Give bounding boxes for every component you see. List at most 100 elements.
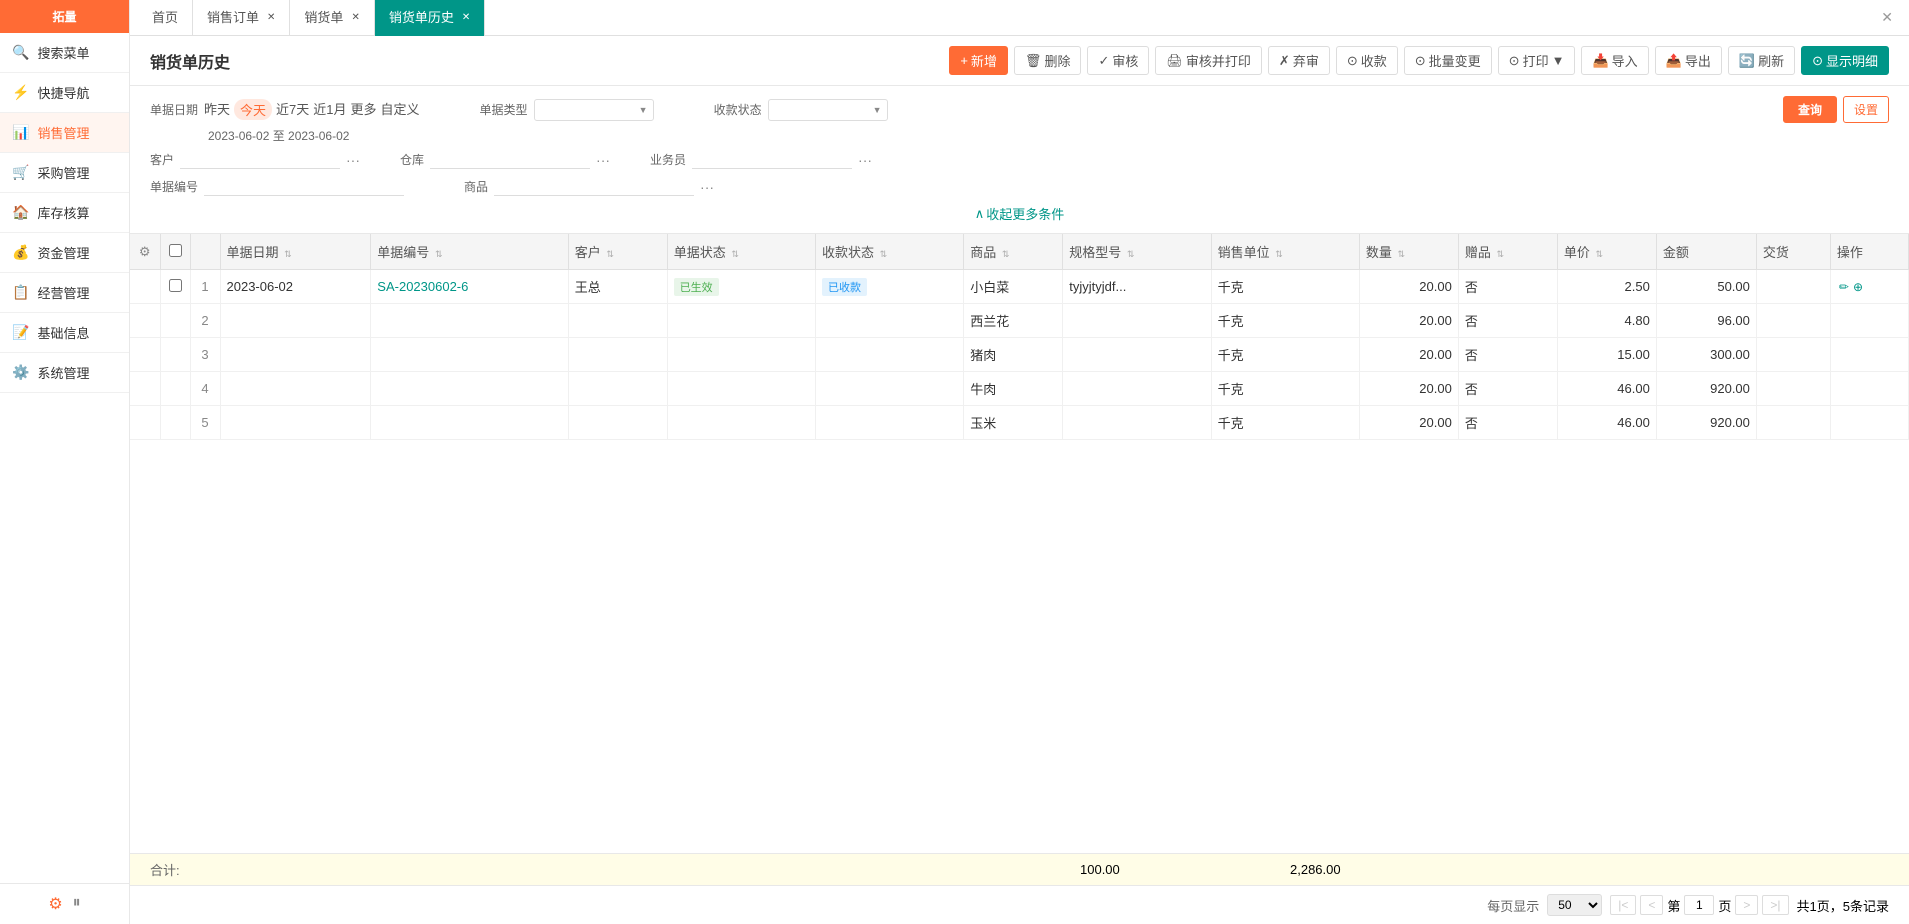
cell-qty: 20.00 — [1359, 372, 1458, 406]
audit-print-button[interactable]: 🖨 审核并打印 — [1155, 46, 1262, 75]
collapse-btn[interactable]: ∧ 收起更多条件 — [150, 204, 1889, 223]
cell-customer: 王总 — [568, 270, 667, 304]
staff-ellipsis[interactable]: ··· — [858, 152, 872, 168]
shortcut-custom[interactable]: 自定义 — [381, 99, 420, 120]
th-payment-status-label: 收款状态 — [822, 245, 874, 260]
tab-sales-order[interactable]: 销售订单 ✕ — [193, 0, 290, 36]
th-qty[interactable]: 数量 ⇅ — [1359, 234, 1458, 270]
shortcut-last7days[interactable]: 近7天 — [276, 99, 309, 120]
next-page-btn[interactable]: > — [1735, 895, 1758, 915]
cell-unit: 千克 — [1211, 304, 1359, 338]
th-doc-no[interactable]: 单据编号 ⇅ — [371, 234, 568, 270]
audit-print-label: 审核并打印 — [1186, 51, 1251, 70]
settings-button[interactable]: 设置 — [1843, 96, 1889, 123]
page-size-select[interactable]: 50 20 100 — [1547, 894, 1602, 916]
sidebar-bottom-icon1[interactable]: ⚙ — [48, 894, 62, 914]
customer-input[interactable] — [180, 150, 340, 169]
show-detail-button[interactable]: ⊙ 显示明细 — [1801, 46, 1889, 75]
select-all-checkbox[interactable] — [169, 244, 182, 257]
sidebar-item-finance-mgmt[interactable]: 💰 资金管理 — [0, 233, 129, 273]
th-price[interactable]: 单价 ⇅ — [1557, 234, 1656, 270]
cell-checkbox[interactable] — [160, 270, 190, 304]
action-btn-编辑[interactable]: ✏ — [1839, 280, 1849, 294]
show-detail-label: 显示明细 — [1826, 51, 1878, 70]
sidebar-item-basic-info[interactable]: 📝 基础信息 — [0, 313, 129, 353]
shortcut-more[interactable]: 更多 — [351, 99, 377, 120]
batch-change-button[interactable]: ⊙ 批量变更 — [1404, 46, 1492, 75]
tab-sales-order-close[interactable]: ✕ — [267, 0, 275, 36]
tab-sales-history-close[interactable]: ✕ — [462, 0, 470, 36]
cell-doc-status: 已生效 — [667, 270, 815, 304]
th-gift[interactable]: 赠品 ⇅ — [1458, 234, 1557, 270]
query-button[interactable]: 查询 — [1783, 96, 1837, 123]
sidebar-item-quick-nav[interactable]: ⚡ 快捷导航 — [0, 73, 129, 113]
cell-doc-no[interactable] — [371, 304, 568, 338]
tab-sales-goods[interactable]: 销货单 ✕ — [290, 0, 374, 36]
import-button[interactable]: 📥 导入 — [1581, 46, 1648, 75]
export-button[interactable]: 📤 导出 — [1655, 46, 1722, 75]
cell-checkbox[interactable] — [160, 304, 190, 338]
page-input[interactable] — [1684, 895, 1714, 915]
customer-ellipsis[interactable]: ··· — [346, 152, 360, 168]
abandon-button[interactable]: ✗ 弃审 — [1268, 46, 1330, 75]
table-header-row: ⚙ 单据日期 ⇅ 单据编号 ⇅ — [130, 234, 1909, 270]
sidebar-item-system-mgmt[interactable]: ⚙️ 系统管理 — [0, 353, 129, 393]
th-action: 操作 — [1830, 234, 1908, 270]
sidebar-item-sales-mgmt[interactable]: 📊 销售管理 — [0, 113, 129, 153]
cell-checkbox[interactable] — [160, 338, 190, 372]
sidebar-item-search-menu[interactable]: 🔍 搜索菜单 — [0, 33, 129, 73]
sidebar-item-purchase-mgmt[interactable]: 🛒 采购管理 — [0, 153, 129, 193]
goods-input[interactable] — [494, 177, 694, 196]
sidebar-item-inventory[interactable]: 🏠 库存核算 — [0, 193, 129, 233]
sidebar-bottom-icon2[interactable]: ⏸ — [73, 894, 81, 914]
doc-type-select[interactable] — [534, 99, 654, 121]
th-spec[interactable]: 规格型号 ⇅ — [1063, 234, 1211, 270]
cell-gear — [130, 406, 160, 440]
delete-button[interactable]: 🗑 删除 — [1014, 46, 1082, 75]
cell-doc-no[interactable] — [371, 338, 568, 372]
sidebar-item-label: 基础信息 — [37, 323, 89, 342]
table-row: 4 牛肉 千克 20.00 否 46.00 920.00 — [130, 372, 1909, 406]
tab-home[interactable]: 首页 — [138, 0, 193, 36]
th-gear[interactable]: ⚙ — [130, 234, 160, 270]
th-payment-status[interactable]: 收款状态 ⇅ — [815, 234, 963, 270]
cell-checkbox[interactable] — [160, 372, 190, 406]
cell-unit: 千克 — [1211, 270, 1359, 304]
warehouse-input[interactable] — [430, 150, 590, 169]
payment-status-select[interactable] — [768, 99, 888, 121]
staff-input[interactable] — [692, 150, 852, 169]
sidebar-item-label: 销售管理 — [37, 123, 89, 142]
th-unit[interactable]: 销售单位 ⇅ — [1211, 234, 1359, 270]
first-page-btn[interactable]: |< — [1610, 895, 1636, 915]
prev-page-btn[interactable]: < — [1640, 895, 1663, 915]
cell-doc-no[interactable]: SA-20230602-6 — [371, 270, 568, 304]
doc-type-label: 单据类型 — [480, 101, 528, 118]
cell-doc-no[interactable] — [371, 372, 568, 406]
doc-no-input[interactable] — [204, 177, 404, 196]
tab-sales-goods-close[interactable]: ✕ — [351, 0, 359, 36]
audit-button[interactable]: ✓ 审核 — [1087, 46, 1149, 75]
total-records: 共1页，5条记录 — [1797, 896, 1889, 915]
warehouse-ellipsis[interactable]: ··· — [596, 152, 610, 168]
goods-ellipsis[interactable]: ··· — [700, 179, 714, 195]
shortcut-today[interactable]: 今天 — [234, 99, 272, 120]
refresh-button[interactable]: 🔄 刷新 — [1728, 46, 1795, 75]
cell-checkbox[interactable] — [160, 406, 190, 440]
tab-sales-history[interactable]: 销货单历史 ✕ — [375, 0, 485, 36]
row-checkbox[interactable] — [169, 279, 182, 292]
search-menu-icon: 🔍 — [12, 44, 29, 61]
th-goods[interactable]: 商品 ⇅ — [964, 234, 1063, 270]
receive-button[interactable]: ⊙ 收款 — [1336, 46, 1398, 75]
cell-doc-no[interactable] — [371, 406, 568, 440]
last-page-btn[interactable]: >| — [1762, 895, 1788, 915]
window-close-btn[interactable]: ✕ — [1881, 9, 1893, 26]
sidebar-item-ops-mgmt[interactable]: 📋 经营管理 — [0, 273, 129, 313]
new-button[interactable]: + 新增 — [949, 46, 1008, 75]
th-customer[interactable]: 客户 ⇅ — [568, 234, 667, 270]
action-btn-复制[interactable]: ⊕ — [1853, 280, 1863, 294]
print-button[interactable]: ⊙ 打印 ▼ — [1498, 46, 1576, 75]
th-doc-status[interactable]: 单据状态 ⇅ — [667, 234, 815, 270]
shortcut-last1month[interactable]: 近1月 — [313, 99, 346, 120]
shortcut-yesterday[interactable]: 昨天 — [204, 99, 230, 120]
th-doc-date[interactable]: 单据日期 ⇅ — [220, 234, 371, 270]
